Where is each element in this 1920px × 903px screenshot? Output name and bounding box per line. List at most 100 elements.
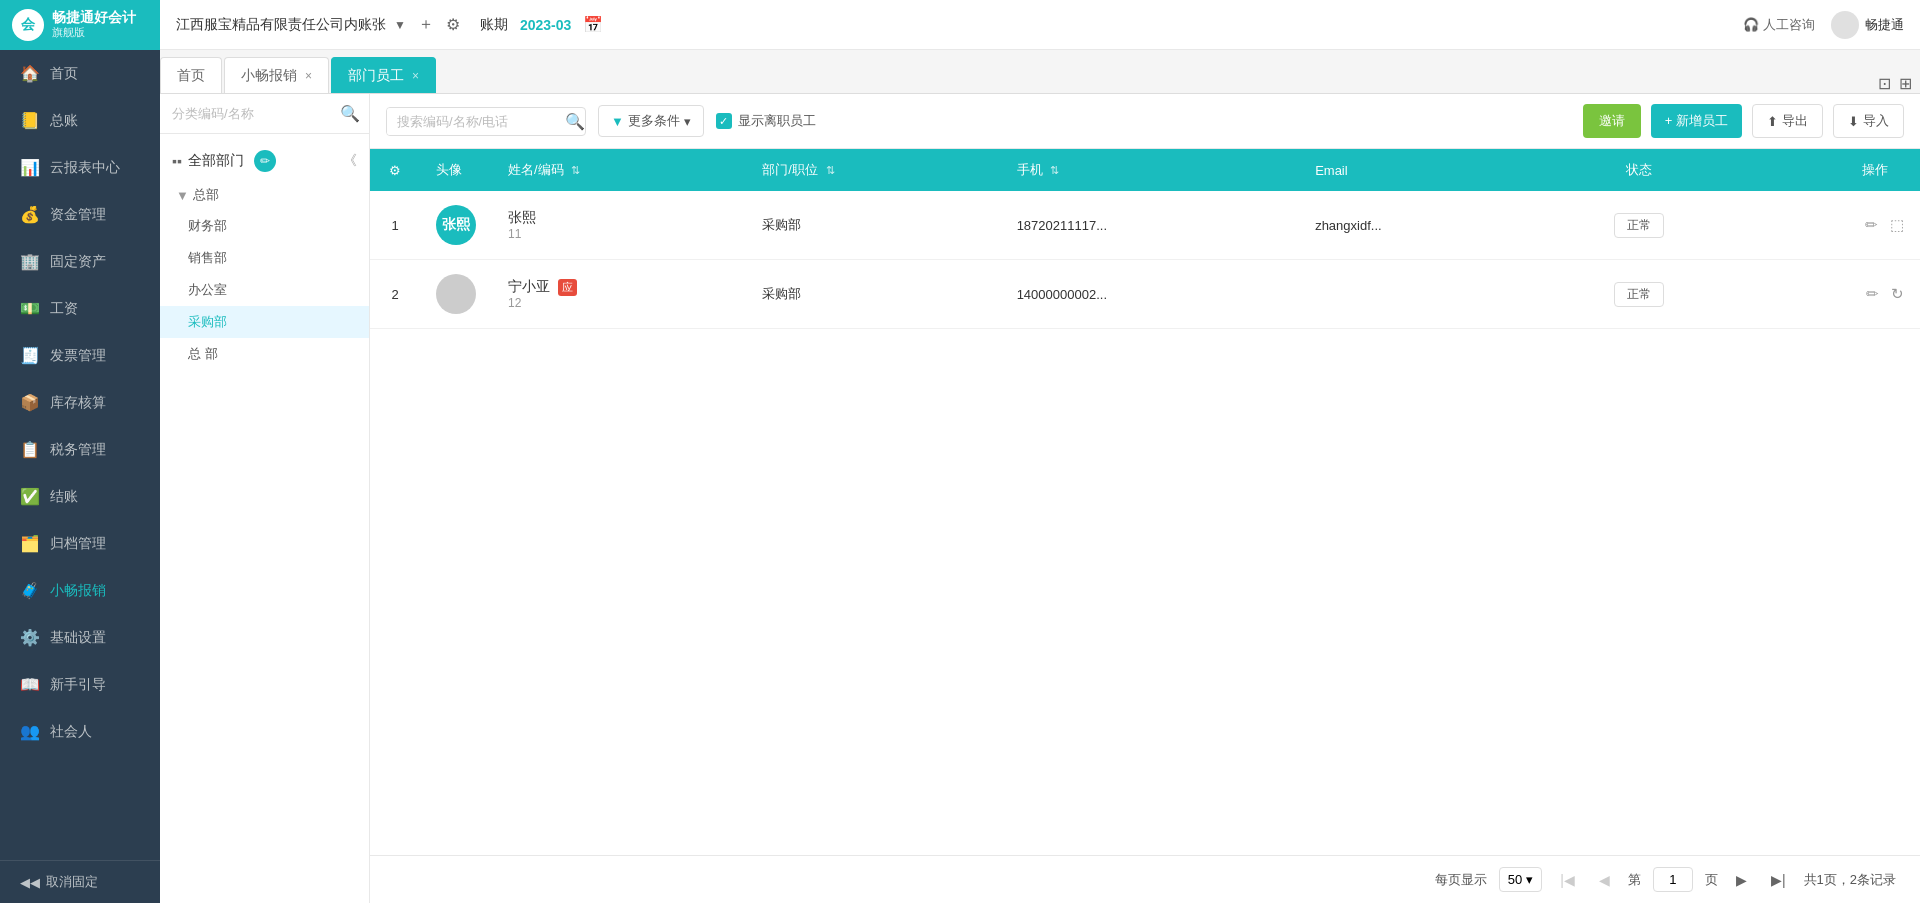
invite-button[interactable]: 邀请	[1583, 104, 1641, 138]
col-dept[interactable]: 部门/职位 ⇅	[746, 149, 1000, 191]
row2-actions: ✏ ↻	[1739, 260, 1920, 329]
add-company-icon[interactable]: ＋	[418, 14, 434, 35]
chevron-down-icon: ▾	[684, 114, 691, 129]
pag-first-btn[interactable]: |◀	[1554, 870, 1581, 890]
row1-status-badge: 正常	[1614, 213, 1664, 238]
pag-next-btn[interactable]: ▶	[1730, 870, 1753, 890]
add-employee-button[interactable]: + 新增员工	[1651, 104, 1742, 138]
sidebar-item-payroll[interactable]: 💵 工资	[0, 285, 160, 332]
more-filter-button[interactable]: ▼ 更多条件 ▾	[598, 105, 704, 137]
sidebar-item-guide[interactable]: 📖 新手引导	[0, 661, 160, 708]
sidebar-item-expense[interactable]: 🧳 小畅报销	[0, 567, 160, 614]
sidebar-item-funds[interactable]: 💰 资金管理	[0, 191, 160, 238]
user-avatar	[1831, 11, 1859, 39]
resign-checkbox[interactable]: ✓	[716, 113, 732, 129]
headset-icon: 🎧	[1743, 17, 1759, 32]
per-page-select[interactable]: 50 ▾	[1499, 867, 1542, 892]
sidebar-item-settings[interactable]: ⚙️ 基础设置	[0, 614, 160, 661]
col-action: 操作	[1739, 149, 1920, 191]
tab-expense[interactable]: 小畅报销 ×	[224, 57, 329, 93]
sidebar-item-ledger[interactable]: 📒 总账	[0, 97, 160, 144]
export-icon: ⬆	[1767, 114, 1778, 129]
row1-edit-icon[interactable]: ✏	[1865, 216, 1878, 234]
right-panel: 🔍 ▼ 更多条件 ▾ ✓ 显示离职员工 邀请 + 新增员工	[370, 94, 1920, 903]
row2-name: 宁小亚 应	[508, 278, 730, 296]
sidebar-item-home[interactable]: 🏠 首页	[0, 50, 160, 97]
row1-dept: 采购部	[746, 191, 1000, 260]
import-button[interactable]: ⬇ 导入	[1833, 104, 1904, 138]
row1-index: 1	[370, 191, 420, 260]
table-header-row: ⚙ 头像 姓名/编码 ⇅ 部门/职位 ⇅	[370, 149, 1920, 191]
dept-item-sales[interactable]: 销售部	[160, 242, 369, 274]
tabs-bar: 首页 小畅报销 × 部门员工 × ⊡ ⊞	[160, 50, 1920, 94]
settle-icon: ✅	[20, 487, 40, 506]
tab-dept[interactable]: 部门员工 ×	[331, 57, 436, 93]
sidebar-item-settle[interactable]: ✅ 结账	[0, 473, 160, 520]
row1-logout-icon[interactable]: ⬚	[1890, 216, 1904, 234]
dept-item-purchase[interactable]: 采购部	[160, 306, 369, 338]
sidebar-item-inventory[interactable]: 📦 库存核算	[0, 379, 160, 426]
row2-tag: 应	[558, 279, 577, 296]
col-settings[interactable]: ⚙	[370, 149, 420, 191]
sidebar-item-assets[interactable]: 🏢 固定资产	[0, 238, 160, 285]
sidebar: 🏠 首页 📒 总账 📊 云报表中心 💰 资金管理 🏢 固定资产 💵 工资 🧾 发…	[0, 50, 160, 903]
company-dropdown-icon[interactable]: ▼	[394, 18, 406, 32]
dept-edit-button[interactable]: ✏	[254, 150, 276, 172]
sidebar-item-tax[interactable]: 📋 税务管理	[0, 426, 160, 473]
header-settings-icon[interactable]: ⚙	[446, 15, 460, 34]
logo-text-area: 畅捷通好会计 旗舰版	[52, 9, 136, 41]
archive-icon: 🗂️	[20, 534, 40, 553]
sidebar-item-invoice[interactable]: 🧾 发票管理	[0, 332, 160, 379]
tab-minimize-icon[interactable]: ⊡	[1878, 74, 1891, 93]
page-unit: 页	[1705, 871, 1718, 889]
sidebar-item-archive[interactable]: 🗂️ 归档管理	[0, 520, 160, 567]
dept-group-hq: ▼ 总部 财务部 销售部 办公室 采购部	[160, 180, 369, 370]
dept-search-box: 🔍	[160, 94, 369, 134]
tab-dept-close[interactable]: ×	[412, 69, 419, 83]
tab-maximize-icon[interactable]: ⊞	[1899, 74, 1912, 93]
reports-icon: 📊	[20, 158, 40, 177]
unpin-button[interactable]: ◀◀ 取消固定	[0, 860, 160, 903]
row2-avatar	[436, 274, 476, 314]
sidebar-item-reports[interactable]: 📊 云报表中心	[0, 144, 160, 191]
app-edition: 旗舰版	[52, 25, 136, 40]
calendar-icon[interactable]: 📅	[583, 15, 603, 34]
tab-home[interactable]: 首页	[160, 57, 222, 93]
row2-refresh-icon[interactable]: ↻	[1891, 285, 1904, 303]
row1-avatar-cell: 张熙	[420, 191, 492, 260]
export-button[interactable]: ⬆ 导出	[1752, 104, 1823, 138]
user-area[interactable]: 畅捷通	[1831, 11, 1904, 39]
dept-item-office[interactable]: 办公室	[160, 274, 369, 306]
support-button[interactable]: 🎧 人工咨询	[1743, 16, 1815, 34]
sidebar-item-more[interactable]: 👥 社会人	[0, 708, 160, 755]
company-name: 江西服宝精品有限责任公司内账张	[176, 16, 386, 34]
row1-name-cell: 张熙 11	[492, 191, 746, 260]
tab-expense-close[interactable]: ×	[305, 69, 312, 83]
pag-last-btn[interactable]: ▶|	[1765, 870, 1792, 890]
col-name[interactable]: 姓名/编码 ⇅	[492, 149, 746, 191]
invoice-icon: 🧾	[20, 346, 40, 365]
employee-search-input[interactable]	[387, 108, 557, 135]
dept-search-input[interactable]	[172, 106, 340, 121]
per-page-label: 每页显示	[1435, 871, 1487, 889]
per-page-dropdown-icon: ▾	[1526, 872, 1533, 887]
funds-icon: 💰	[20, 205, 40, 224]
row2-edit-icon[interactable]: ✏	[1866, 285, 1879, 303]
pag-prev-btn[interactable]: ◀	[1593, 870, 1616, 890]
app-name: 畅捷通好会计	[52, 9, 136, 26]
row2-avatar-cell	[420, 260, 492, 329]
dept-collapse-icon[interactable]: 《	[343, 152, 357, 170]
dept-search-icon[interactable]: 🔍	[340, 104, 360, 123]
dept-group-hq-label[interactable]: ▼ 总部	[160, 180, 369, 210]
dept-sort-icon: ⇅	[826, 164, 835, 176]
dept-item-finance[interactable]: 财务部	[160, 210, 369, 242]
page-input[interactable]	[1653, 867, 1693, 892]
employee-search-icon[interactable]: 🔍	[557, 112, 586, 131]
row1-name: 张熙	[508, 209, 730, 227]
show-resign-toggle[interactable]: ✓ 显示离职员工	[716, 112, 816, 130]
main-layout: 🏠 首页 📒 总账 📊 云报表中心 💰 资金管理 🏢 固定资产 💵 工资 🧾 发…	[0, 50, 1920, 903]
dept-all-item[interactable]: ▪▪ 全部部门 ✏ 《	[160, 142, 369, 180]
dept-item-general[interactable]: 总 部	[160, 338, 369, 370]
import-icon: ⬇	[1848, 114, 1859, 129]
col-phone[interactable]: 手机 ⇅	[1001, 149, 1300, 191]
